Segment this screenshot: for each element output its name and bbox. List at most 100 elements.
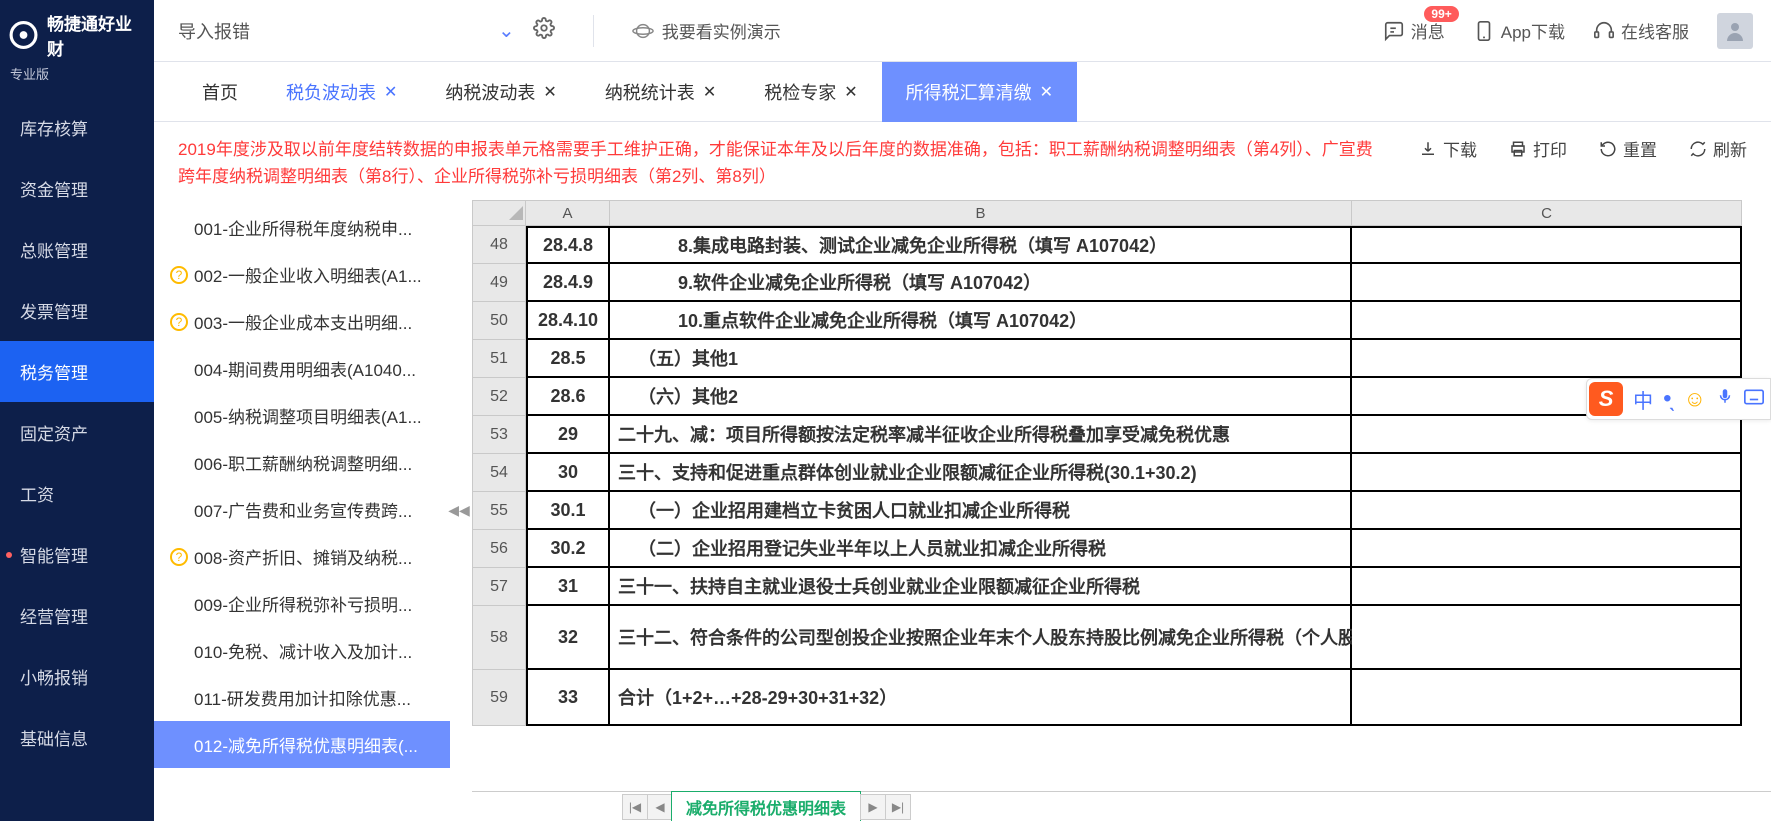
cell-c[interactable] bbox=[1352, 340, 1742, 378]
close-icon[interactable]: ✕ bbox=[384, 82, 397, 102]
cell-a[interactable]: 28.4.10 bbox=[526, 302, 610, 340]
nav-item-10[interactable]: 基础信息 bbox=[0, 707, 154, 768]
ime-keyboard-icon[interactable] bbox=[1744, 388, 1764, 411]
col-header-a[interactable]: A bbox=[526, 200, 610, 226]
formlist-item-6[interactable]: 007-广告费和业务宣传费跨... bbox=[154, 486, 450, 533]
formlist-item-3[interactable]: 004-期间费用明细表(A1040... bbox=[154, 345, 450, 392]
ime-mic-icon[interactable] bbox=[1716, 387, 1734, 411]
cell-b[interactable]: 合计（1+2+…+28-29+30+31+32） bbox=[610, 670, 1352, 726]
collapse-handle[interactable]: ◀◀ bbox=[450, 481, 468, 541]
row-header[interactable]: 52 bbox=[472, 378, 526, 416]
ime-emoji-icon[interactable]: ☺ bbox=[1684, 386, 1706, 412]
import-error-dropdown[interactable]: 导入报错 bbox=[178, 18, 250, 44]
tab-4[interactable]: 税检专家✕ bbox=[740, 62, 881, 122]
cell-c[interactable] bbox=[1352, 568, 1742, 606]
ime-widget[interactable]: S 中 •ˎ ☺ bbox=[1586, 378, 1771, 420]
nav-item-8[interactable]: 经营管理 bbox=[0, 585, 154, 646]
row-header[interactable]: 49 bbox=[472, 264, 526, 302]
cell-a[interactable]: 30.2 bbox=[526, 530, 610, 568]
nav-item-5[interactable]: 固定资产 bbox=[0, 402, 154, 463]
row-header[interactable]: 58 bbox=[472, 606, 526, 670]
tab-5[interactable]: 所得税汇算清缴✕ bbox=[882, 62, 1077, 122]
cell-b[interactable]: 三十、支持和促进重点群体创业就业企业限额减征企业所得税(30.1+30.2) bbox=[610, 454, 1352, 492]
sheet-first-icon[interactable]: |◀ bbox=[622, 794, 648, 820]
nav-item-3[interactable]: 发票管理 bbox=[0, 280, 154, 341]
grid-body[interactable]: 4828.4.8 8.集成电路封装、测试企业减免企业所得税（填写 A107042… bbox=[472, 226, 1771, 791]
cell-a[interactable]: 28.4.8 bbox=[526, 226, 610, 264]
formlist-item-9[interactable]: 010-免税、减计收入及加计... bbox=[154, 627, 450, 674]
print-button[interactable]: 打印 bbox=[1509, 136, 1567, 161]
refresh-button[interactable]: 刷新 bbox=[1689, 136, 1747, 161]
ime-punct-icon[interactable]: •ˎ bbox=[1663, 385, 1673, 413]
formlist-item-10[interactable]: 011-研发费用加计扣除优惠... bbox=[154, 674, 450, 721]
tab-3[interactable]: 纳税统计表✕ bbox=[581, 62, 740, 122]
formlist-item-1[interactable]: ?002-一般企业收入明细表(A1... bbox=[154, 251, 450, 298]
form-list[interactable]: 001-企业所得税年度纳税申...?002-一般企业收入明细表(A1...?00… bbox=[154, 200, 450, 821]
col-header-c[interactable]: C bbox=[1352, 200, 1742, 226]
sheet-last-icon[interactable]: ▶| bbox=[885, 794, 911, 820]
col-header-b[interactable]: B bbox=[610, 200, 1352, 226]
cell-b[interactable]: 三十二、符合条件的公司型创投企业按照企业年末个人股东持股比例减免企业所得税（个人… bbox=[610, 606, 1352, 670]
nav-item-0[interactable]: 库存核算 bbox=[0, 97, 154, 158]
row-header[interactable]: 56 bbox=[472, 530, 526, 568]
row-header[interactable]: 53 bbox=[472, 416, 526, 454]
close-icon[interactable]: ✕ bbox=[703, 82, 716, 102]
cell-c[interactable] bbox=[1352, 530, 1742, 568]
close-icon[interactable]: ✕ bbox=[543, 82, 556, 102]
cell-a[interactable]: 29 bbox=[526, 416, 610, 454]
formlist-item-0[interactable]: 001-企业所得税年度纳税申... bbox=[154, 204, 450, 251]
formlist-item-11[interactable]: 012-减免所得税优惠明细表(... bbox=[154, 721, 450, 768]
sheet-tab-active[interactable]: 减免所得税优惠明细表 bbox=[671, 791, 861, 821]
cell-c[interactable] bbox=[1352, 492, 1742, 530]
close-icon[interactable]: ✕ bbox=[1040, 82, 1053, 102]
cell-a[interactable]: 30 bbox=[526, 454, 610, 492]
row-header[interactable]: 50 bbox=[472, 302, 526, 340]
online-service-button[interactable]: 在线客服 bbox=[1593, 18, 1689, 43]
nav-item-9[interactable]: 小畅报销 bbox=[0, 646, 154, 707]
row-header[interactable]: 48 bbox=[472, 226, 526, 264]
row-header[interactable]: 51 bbox=[472, 340, 526, 378]
messages-button[interactable]: 消息 99+ bbox=[1383, 18, 1445, 43]
tab-1[interactable]: 税负波动表✕ bbox=[262, 62, 421, 122]
cell-a[interactable]: 30.1 bbox=[526, 492, 610, 530]
cell-c[interactable] bbox=[1352, 606, 1742, 670]
reset-button[interactable]: 重置 bbox=[1599, 136, 1657, 161]
nav-item-7[interactable]: 智能管理 bbox=[0, 524, 154, 585]
row-header[interactable]: 54 bbox=[472, 454, 526, 492]
cell-b[interactable]: （五）其他1 bbox=[610, 340, 1352, 378]
cell-a[interactable]: 28.6 bbox=[526, 378, 610, 416]
cell-b[interactable]: （二）企业招用登记失业半年以上人员就业扣减企业所得税 bbox=[610, 530, 1352, 568]
cell-c[interactable] bbox=[1352, 454, 1742, 492]
cell-a[interactable]: 32 bbox=[526, 606, 610, 670]
demo-link[interactable]: 我要看实例演示 bbox=[632, 18, 781, 43]
cell-a[interactable]: 28.5 bbox=[526, 340, 610, 378]
cell-c[interactable] bbox=[1352, 416, 1742, 454]
row-header[interactable]: 57 bbox=[472, 568, 526, 606]
sheet-prev-icon[interactable]: ◀ bbox=[647, 794, 673, 820]
tab-2[interactable]: 纳税波动表✕ bbox=[421, 62, 580, 122]
cell-c[interactable] bbox=[1352, 670, 1742, 726]
cell-c[interactable] bbox=[1352, 264, 1742, 302]
cell-a[interactable]: 31 bbox=[526, 568, 610, 606]
nav-item-4[interactable]: 税务管理 bbox=[0, 341, 154, 402]
cell-c[interactable] bbox=[1352, 226, 1742, 264]
app-download-button[interactable]: App下载 bbox=[1473, 18, 1565, 43]
ime-lang[interactable]: 中 bbox=[1633, 385, 1653, 414]
close-icon[interactable]: ✕ bbox=[844, 82, 857, 102]
grid-corner[interactable] bbox=[472, 200, 526, 226]
row-header[interactable]: 59 bbox=[472, 670, 526, 726]
cell-b[interactable]: 二十九、减：项目所得额按法定税率减半征收企业所得税叠加享受减免税优惠 bbox=[610, 416, 1352, 454]
cell-b[interactable]: 9.软件企业减免企业所得税（填写 A107042） bbox=[610, 264, 1352, 302]
formlist-item-7[interactable]: ?008-资产折旧、摊销及纳税... bbox=[154, 533, 450, 580]
nav-item-2[interactable]: 总账管理 bbox=[0, 219, 154, 280]
cell-b[interactable]: （一）企业招用建档立卡贫困人口就业扣减企业所得税 bbox=[610, 492, 1352, 530]
cell-b[interactable]: （六）其他2 bbox=[610, 378, 1352, 416]
cell-b[interactable]: 10.重点软件企业减免企业所得税（填写 A107042） bbox=[610, 302, 1352, 340]
formlist-item-8[interactable]: 009-企业所得税弥补亏损明... bbox=[154, 580, 450, 627]
cell-c[interactable] bbox=[1352, 302, 1742, 340]
formlist-item-5[interactable]: 006-职工薪酬纳税调整明细... bbox=[154, 439, 450, 486]
formlist-item-2[interactable]: ?003-一般企业成本支出明细... bbox=[154, 298, 450, 345]
formlist-item-4[interactable]: 005-纳税调整项目明细表(A1... bbox=[154, 392, 450, 439]
cell-b[interactable]: 8.集成电路封装、测试企业减免企业所得税（填写 A107042） bbox=[610, 226, 1352, 264]
cell-a[interactable]: 28.4.9 bbox=[526, 264, 610, 302]
